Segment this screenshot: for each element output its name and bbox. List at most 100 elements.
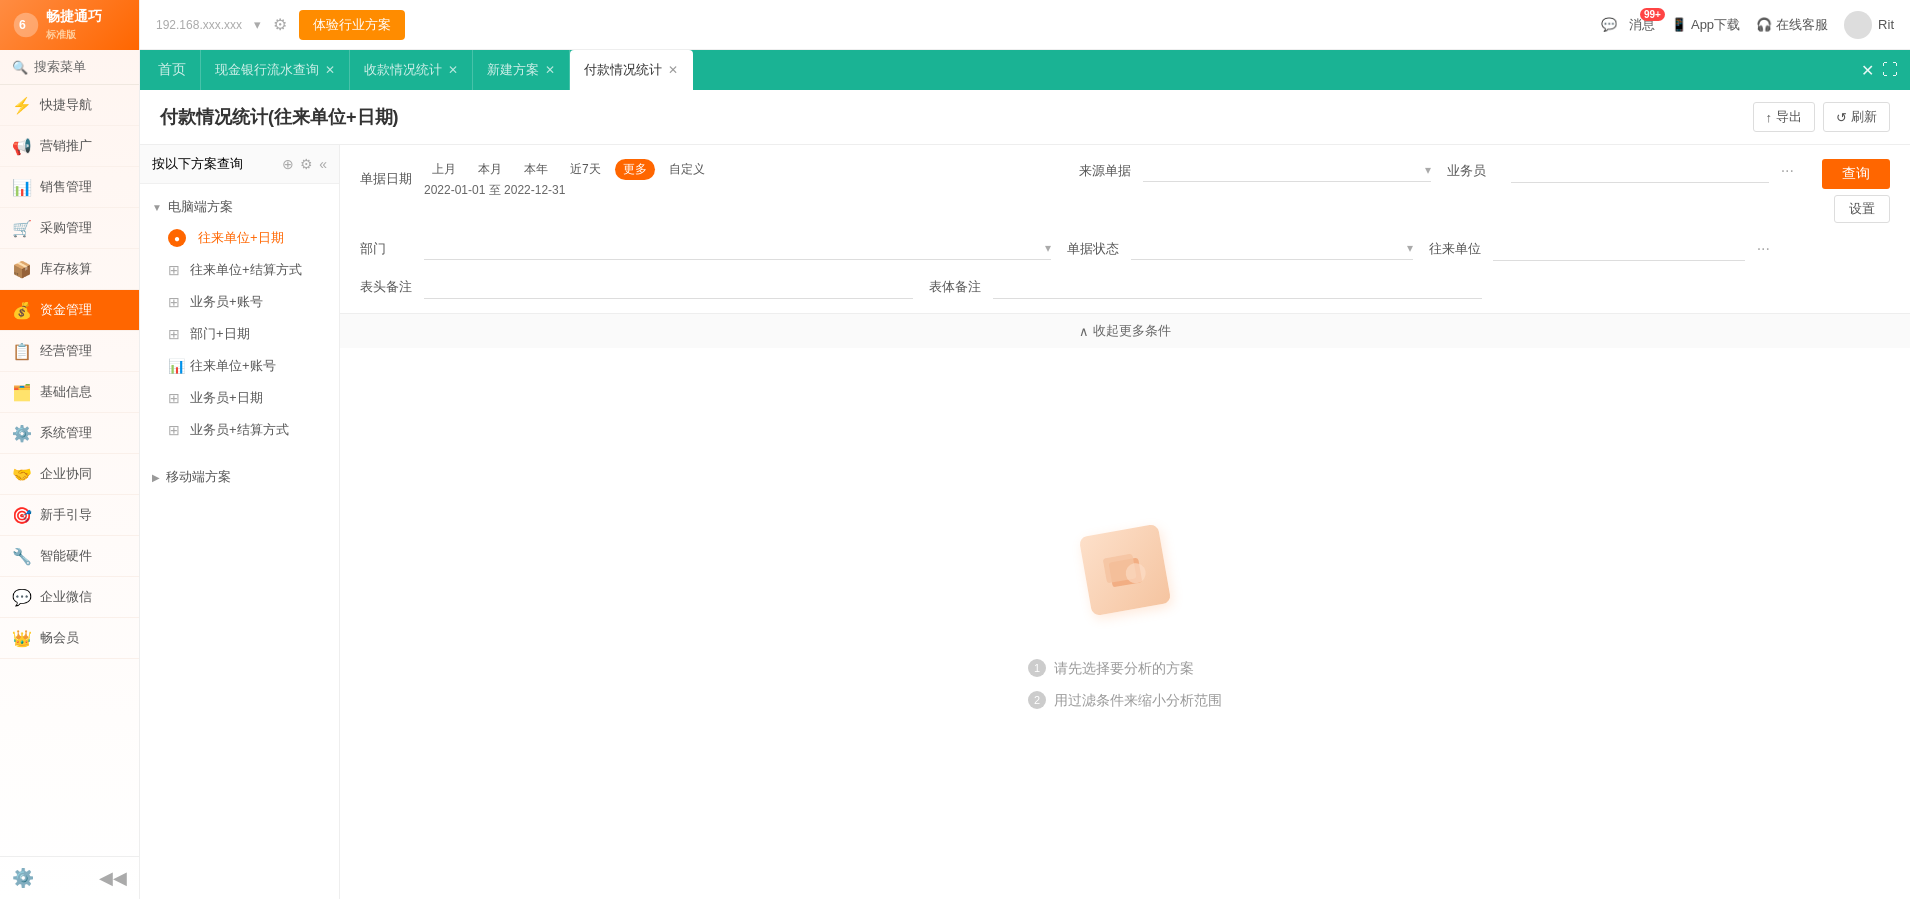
sidebar-item-label: 经营管理 <box>40 342 92 360</box>
sidebar-item-hardware[interactable]: 🔧智能硬件 <box>0 536 139 577</box>
pc-section-title[interactable]: ▼ 电脑端方案 <box>140 192 339 222</box>
system-icon: ⚙️ <box>12 423 32 443</box>
counterpart-input[interactable] <box>1493 237 1745 260</box>
date-btn-last-month[interactable]: 上月 <box>424 159 464 180</box>
sidebar-item-sales[interactable]: 📊销售管理 <box>0 167 139 208</box>
pc-arrow-icon: ▼ <box>152 202 162 213</box>
dept-arrow-icon: ▾ <box>1045 241 1051 255</box>
date-btn-this-year[interactable]: 本年 <box>516 159 556 180</box>
collapse-sidebar-icon[interactable]: ◀◀ <box>99 867 127 889</box>
main-content: 192.168.xxx.xxx ▾ ⚙ 体验行业方案 💬 99+ 消息 📱 Ap… <box>140 0 1910 899</box>
svg-point-0 <box>14 13 39 38</box>
scheme-item-staff-date[interactable]: ⊞业务员+日期 <box>140 382 339 414</box>
salesman-dotdot[interactable]: ··· <box>1777 162 1798 180</box>
source-arrow-icon: ▾ <box>1425 163 1431 177</box>
settings-icon[interactable]: ⚙️ <box>12 867 34 889</box>
add-scheme-icon[interactable]: ⊕ <box>282 156 294 172</box>
date-btn-this-month[interactable]: 本月 <box>470 159 510 180</box>
tab-label: 新建方案 <box>487 61 539 79</box>
note-head-input[interactable] <box>424 275 913 298</box>
tab-payment-stat[interactable]: 付款情况统计✕ <box>570 50 693 90</box>
settings-scheme-icon[interactable]: ⚙ <box>300 156 313 172</box>
trial-btn[interactable]: 体验行业方案 <box>299 10 405 40</box>
guide-icon: 🎯 <box>12 505 32 525</box>
search-menu[interactable]: 🔍 搜索菜单 <box>0 50 139 85</box>
date-options: 上月 本月 本年 近7天 更多 自定义 <box>424 159 1063 180</box>
tab-close-receipt-stat[interactable]: ✕ <box>448 63 458 77</box>
empty-state: 1 请先选择要分析的方案 2 用过滤条件来缩小分析范围 <box>340 348 1910 899</box>
app-download[interactable]: 📱 App下载 <box>1671 16 1740 34</box>
doc-status-arrow-icon: ▾ <box>1407 241 1413 255</box>
step-num-1: 1 <box>1028 659 1046 677</box>
content-area: 按以下方案查询 ⊕ ⚙ « ▼ 电脑端方案 ●往来单位+日期⊞往来单位+结算方式… <box>140 145 1910 899</box>
sidebar-item-marketing[interactable]: 📢营销推广 <box>0 126 139 167</box>
note-body-input[interactable] <box>993 275 1482 298</box>
sidebar-item-inventory[interactable]: 📦库存核算 <box>0 249 139 290</box>
panel-header: 按以下方案查询 ⊕ ⚙ « <box>140 145 339 184</box>
member-icon: 👑 <box>12 628 32 648</box>
scheme-item-counterpart-date[interactable]: ●往来单位+日期 <box>140 222 339 254</box>
sidebar-item-guide[interactable]: 🎯新手引导 <box>0 495 139 536</box>
doc-status-select[interactable]: ▾ <box>1131 237 1413 260</box>
sidebar-item-member[interactable]: 👑畅会员 <box>0 618 139 659</box>
empty-step-1-text: 请先选择要分析的方案 <box>1054 654 1194 682</box>
sidebar-item-enterprise[interactable]: 🤝企业协同 <box>0 454 139 495</box>
user-name: Rit <box>1878 17 1894 32</box>
tab-bank-flow[interactable]: 现金银行流水查询 ✕ <box>201 50 350 90</box>
date-btn-more[interactable]: 更多 <box>615 159 655 180</box>
logo-icon: 6 <box>12 11 40 39</box>
tab-close-new-scheme[interactable]: ✕ <box>545 63 555 77</box>
tab-close-payment-stat[interactable]: ✕ <box>668 63 678 77</box>
scheme-item-dept-date[interactable]: ⊞部门+日期 <box>140 318 339 350</box>
user-area[interactable]: Rit <box>1844 11 1894 39</box>
sidebar-item-system[interactable]: ⚙️系统管理 <box>0 413 139 454</box>
tab-new-scheme[interactable]: 新建方案 ✕ <box>473 50 570 90</box>
scheme-label: 往来单位+结算方式 <box>190 261 302 279</box>
collapse-panel-icon[interactable]: « <box>319 156 327 172</box>
sidebar-item-operation[interactable]: 📋经营管理 <box>0 331 139 372</box>
tab-receipt-stat[interactable]: 收款情况统计 ✕ <box>350 50 473 90</box>
mobile-section-title[interactable]: ▶ 移动端方案 <box>140 462 339 492</box>
notification-area[interactable]: 💬 99+ 消息 <box>1601 16 1655 34</box>
tab-label: 收款情况统计 <box>364 61 442 79</box>
sidebar-item-purchase[interactable]: 🛒采购管理 <box>0 208 139 249</box>
tab-label: 现金银行流水查询 <box>215 61 319 79</box>
sidebar-item-quick-nav[interactable]: ⚡快捷导航 <box>0 85 139 126</box>
doc-status-field: 单据状态 ▾ <box>1067 237 1413 260</box>
export-btn[interactable]: ↑ 导出 <box>1753 102 1816 132</box>
topbar-dropdown-icon[interactable]: ▾ <box>254 17 261 32</box>
date-label: 单据日期 <box>360 170 416 188</box>
salesman-input[interactable] <box>1511 159 1769 182</box>
dept-select[interactable]: ▾ <box>424 237 1051 260</box>
sidebar-item-label: 快捷导航 <box>40 96 92 114</box>
scheme-item-staff-settle[interactable]: ⊞业务员+结算方式 <box>140 414 339 446</box>
tab-close-bank-flow[interactable]: ✕ <box>325 63 335 77</box>
tab-label: 首页 <box>158 61 186 79</box>
scheme-item-counterpart-settle[interactable]: ⊞往来单位+结算方式 <box>140 254 339 286</box>
refresh-btn[interactable]: ↺ 刷新 <box>1823 102 1890 132</box>
query-btn[interactable]: 查询 <box>1822 159 1890 189</box>
counterpart-dotdot[interactable]: ··· <box>1753 240 1774 258</box>
date-btn-last7[interactable]: 近7天 <box>562 159 609 180</box>
online-service[interactable]: 🎧 在线客服 <box>1756 16 1828 34</box>
topbar: 192.168.xxx.xxx ▾ ⚙ 体验行业方案 💬 99+ 消息 📱 Ap… <box>140 0 1910 50</box>
date-btn-custom[interactable]: 自定义 <box>661 159 713 180</box>
sidebar-item-finance[interactable]: 💰资金管理 <box>0 290 139 331</box>
date-range: 2022-01-01 至 2022-12-31 <box>424 182 1063 199</box>
salesman-field: 业务员 ··· <box>1447 159 1799 183</box>
panel-header-icons: ⊕ ⚙ « <box>282 156 327 172</box>
sidebar-item-wechat[interactable]: 💬企业微信 <box>0 577 139 618</box>
scheme-item-staff-account[interactable]: ⊞业务员+账号 <box>140 286 339 318</box>
expand-tabs-icon[interactable]: ⛶ <box>1882 61 1898 79</box>
topbar-settings-icon[interactable]: ⚙ <box>273 15 287 34</box>
refresh-icon: ↺ <box>1836 110 1847 125</box>
sidebar-item-basic[interactable]: 🗂️基础信息 <box>0 372 139 413</box>
sidebar-item-label: 库存核算 <box>40 260 92 278</box>
collapse-conditions-btn[interactable]: ∧ 收起更多条件 <box>340 313 1910 348</box>
scheme-item-counterpart-account[interactable]: 📊往来单位+账号 <box>140 350 339 382</box>
source-select[interactable]: ▾ <box>1143 159 1431 182</box>
setting-btn[interactable]: 设置 <box>1834 195 1890 223</box>
empty-step-1: 1 请先选择要分析的方案 <box>1028 654 1222 682</box>
tab-home[interactable]: 首页 <box>144 50 201 90</box>
close-all-tabs-icon[interactable]: ✕ <box>1861 61 1874 80</box>
